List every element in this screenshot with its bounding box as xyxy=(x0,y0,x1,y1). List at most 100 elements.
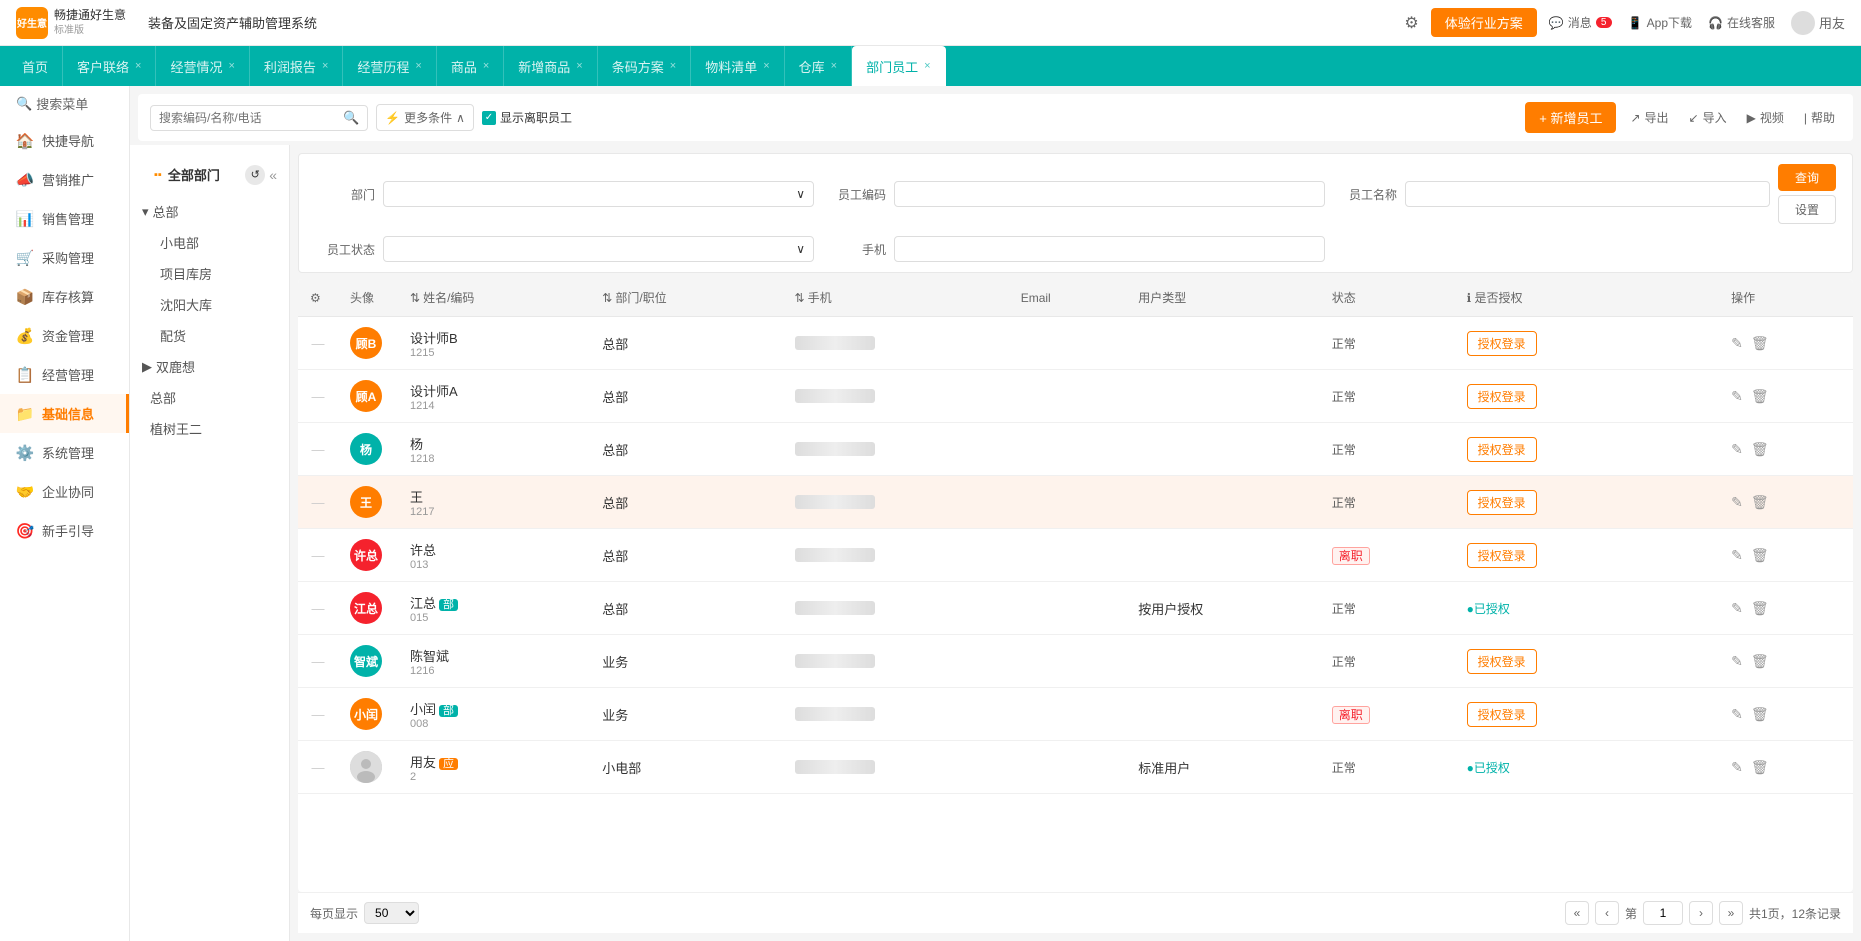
sidebar-item-purchase[interactable]: 🛒 采购管理 xyxy=(0,238,129,277)
auth-button[interactable]: 授权登录 xyxy=(1467,543,1537,568)
dept-refresh-button[interactable]: ↺ xyxy=(245,165,265,185)
edit-icon[interactable]: ✎ xyxy=(1731,600,1743,617)
close-icon[interactable]: × xyxy=(763,60,769,72)
edit-icon[interactable]: ✎ xyxy=(1731,706,1743,723)
sidebar-item-basic[interactable]: 📁 基础信息 xyxy=(0,394,129,433)
auth-button[interactable]: 授权登录 xyxy=(1467,437,1537,462)
tab-add-goods[interactable]: 新增商品× xyxy=(504,46,597,86)
sidebar-item-system[interactable]: ⚙️ 系统管理 xyxy=(0,433,129,472)
row-auth-cell[interactable]: 授权登录 xyxy=(1455,529,1659,582)
tab-customer[interactable]: 客户联络× xyxy=(63,46,156,86)
sidebar-item-finance[interactable]: 💰 资金管理 xyxy=(0,316,129,355)
row-auth-cell[interactable]: 授权登录 xyxy=(1455,476,1659,529)
sidebar-item-sales[interactable]: 📊 销售管理 xyxy=(0,199,129,238)
edit-icon[interactable]: ✎ xyxy=(1731,335,1743,352)
row-auth-cell[interactable]: 授权登录 xyxy=(1455,688,1659,741)
delete-icon[interactable]: 🗑 xyxy=(1751,653,1769,670)
delete-icon[interactable]: 🗑 xyxy=(1751,600,1769,617)
gear-icon[interactable]: ⚙ xyxy=(1404,13,1418,33)
help-button[interactable]: | 帮助 xyxy=(1798,105,1841,130)
page-input[interactable] xyxy=(1643,901,1683,925)
view-button[interactable]: ▶ 视频 xyxy=(1741,105,1790,130)
edit-icon[interactable]: ✎ xyxy=(1731,494,1743,511)
tab-operation[interactable]: 经营情况× xyxy=(156,46,249,86)
add-employee-button[interactable]: + 新增员工 xyxy=(1525,102,1616,133)
dept-sub-item-xiao[interactable]: 小电部 xyxy=(130,227,289,258)
user-area[interactable]: 用友 xyxy=(1791,11,1845,35)
sidebar-item-nav[interactable]: 🏠 快捷导航 xyxy=(0,121,129,160)
delete-icon[interactable]: 🗑 xyxy=(1751,494,1769,511)
auth-button[interactable]: 授权登录 xyxy=(1467,702,1537,727)
row-auth-cell[interactable]: 授权登录 xyxy=(1455,635,1659,688)
trial-button[interactable]: 体验行业方案 xyxy=(1431,8,1537,37)
edit-icon[interactable]: ✎ xyxy=(1731,653,1743,670)
close-icon[interactable]: × xyxy=(483,60,489,72)
auth-button[interactable]: 授权登录 xyxy=(1467,490,1537,515)
dept-all[interactable]: ▪▪ 全部部门 xyxy=(142,159,232,190)
export-button[interactable]: ↗ 导出 xyxy=(1624,105,1674,130)
close-icon[interactable]: × xyxy=(322,60,328,72)
tab-employees[interactable]: 部门员工× xyxy=(852,46,945,86)
search-input[interactable] xyxy=(159,111,339,125)
delete-icon[interactable]: 🗑 xyxy=(1751,388,1769,405)
tab-bom[interactable]: 物料清单× xyxy=(691,46,784,86)
edit-icon[interactable]: ✎ xyxy=(1731,441,1743,458)
search-menu[interactable]: 🔍 搜索菜单 xyxy=(0,86,129,121)
next-page-button[interactable]: › xyxy=(1689,901,1713,925)
dept-filter-select[interactable]: ∨ xyxy=(383,181,814,207)
delete-icon[interactable]: 🗑 xyxy=(1751,759,1769,776)
sidebar-item-marketing[interactable]: 📣 营销推广 xyxy=(0,160,129,199)
prev-page-button[interactable]: ‹ xyxy=(1595,901,1619,925)
empname-filter-input[interactable] xyxy=(1405,181,1770,207)
row-auth-cell[interactable]: 授权登录 xyxy=(1455,370,1659,423)
sidebar-item-collab[interactable]: 🤝 企业协同 xyxy=(0,472,129,511)
app-download-button[interactable]: 📱 App下载 xyxy=(1628,14,1692,31)
row-auth-cell[interactable]: 授权登录 xyxy=(1455,317,1659,370)
sidebar-item-guide[interactable]: 🎯 新手引导 xyxy=(0,511,129,550)
close-icon[interactable]: × xyxy=(924,60,930,72)
auth-button[interactable]: 授权登录 xyxy=(1467,331,1537,356)
dept-group-title-shuanglu[interactable]: ▶ 双鹿想 xyxy=(130,351,289,382)
first-page-button[interactable]: « xyxy=(1565,901,1589,925)
empcode-filter-input[interactable] xyxy=(894,181,1325,207)
th-phone[interactable]: ⇅手机 xyxy=(783,279,1009,317)
dept-item-zhishu[interactable]: 植树王二 xyxy=(130,413,289,444)
show-resigned-toggle[interactable]: ✓ 显示离职员工 xyxy=(482,109,572,126)
dept-item-head2[interactable]: 总部 xyxy=(130,382,289,413)
delete-icon[interactable]: 🗑 xyxy=(1751,441,1769,458)
row-auth-cell[interactable]: 授权登录 xyxy=(1455,423,1659,476)
page-size-select[interactable]: 50 20 100 xyxy=(364,902,419,924)
set-button[interactable]: 设置 xyxy=(1778,195,1836,224)
edit-icon[interactable]: ✎ xyxy=(1731,388,1743,405)
import-button[interactable]: ↙ 导入 xyxy=(1683,105,1733,130)
dept-collapse-button[interactable]: « xyxy=(269,167,277,183)
delete-icon[interactable]: 🗑 xyxy=(1751,335,1769,352)
status-filter-select[interactable]: ∨ xyxy=(383,236,814,262)
close-icon[interactable]: × xyxy=(415,60,421,72)
dept-sub-item-project[interactable]: 项目库房 xyxy=(130,258,289,289)
dept-group-title-head[interactable]: ▾ 总部 xyxy=(130,196,289,227)
delete-icon[interactable]: 🗑 xyxy=(1751,547,1769,564)
th-settings[interactable]: ⚙ xyxy=(298,279,338,317)
tab-warehouse[interactable]: 仓库× xyxy=(785,46,852,86)
row-auth-cell[interactable]: ●已授权 xyxy=(1455,582,1659,635)
tab-goods[interactable]: 商品× xyxy=(437,46,504,86)
close-icon[interactable]: × xyxy=(135,60,141,72)
close-icon[interactable]: × xyxy=(576,60,582,72)
tab-barcode[interactable]: 条码方案× xyxy=(598,46,691,86)
sidebar-item-operation[interactable]: 📋 经营管理 xyxy=(0,355,129,394)
last-page-button[interactable]: » xyxy=(1719,901,1743,925)
online-service-button[interactable]: 🎧 在线客服 xyxy=(1708,14,1775,31)
close-icon[interactable]: × xyxy=(228,60,234,72)
th-name[interactable]: ⇅姓名/编码 xyxy=(398,279,590,317)
auth-button[interactable]: 授权登录 xyxy=(1467,649,1537,674)
more-filter-button[interactable]: ⚡ 更多条件 ∧ xyxy=(376,104,474,131)
tab-profit[interactable]: 利润报告× xyxy=(250,46,343,86)
close-icon[interactable]: × xyxy=(831,60,837,72)
tab-history[interactable]: 经营历程× xyxy=(343,46,436,86)
phone-filter-input[interactable] xyxy=(894,236,1325,262)
auth-button[interactable]: 授权登录 xyxy=(1467,384,1537,409)
edit-icon[interactable]: ✎ xyxy=(1731,759,1743,776)
dept-sub-item-peihuo[interactable]: 配货 xyxy=(130,320,289,351)
message-button[interactable]: 💬 消息 5 xyxy=(1549,14,1612,31)
